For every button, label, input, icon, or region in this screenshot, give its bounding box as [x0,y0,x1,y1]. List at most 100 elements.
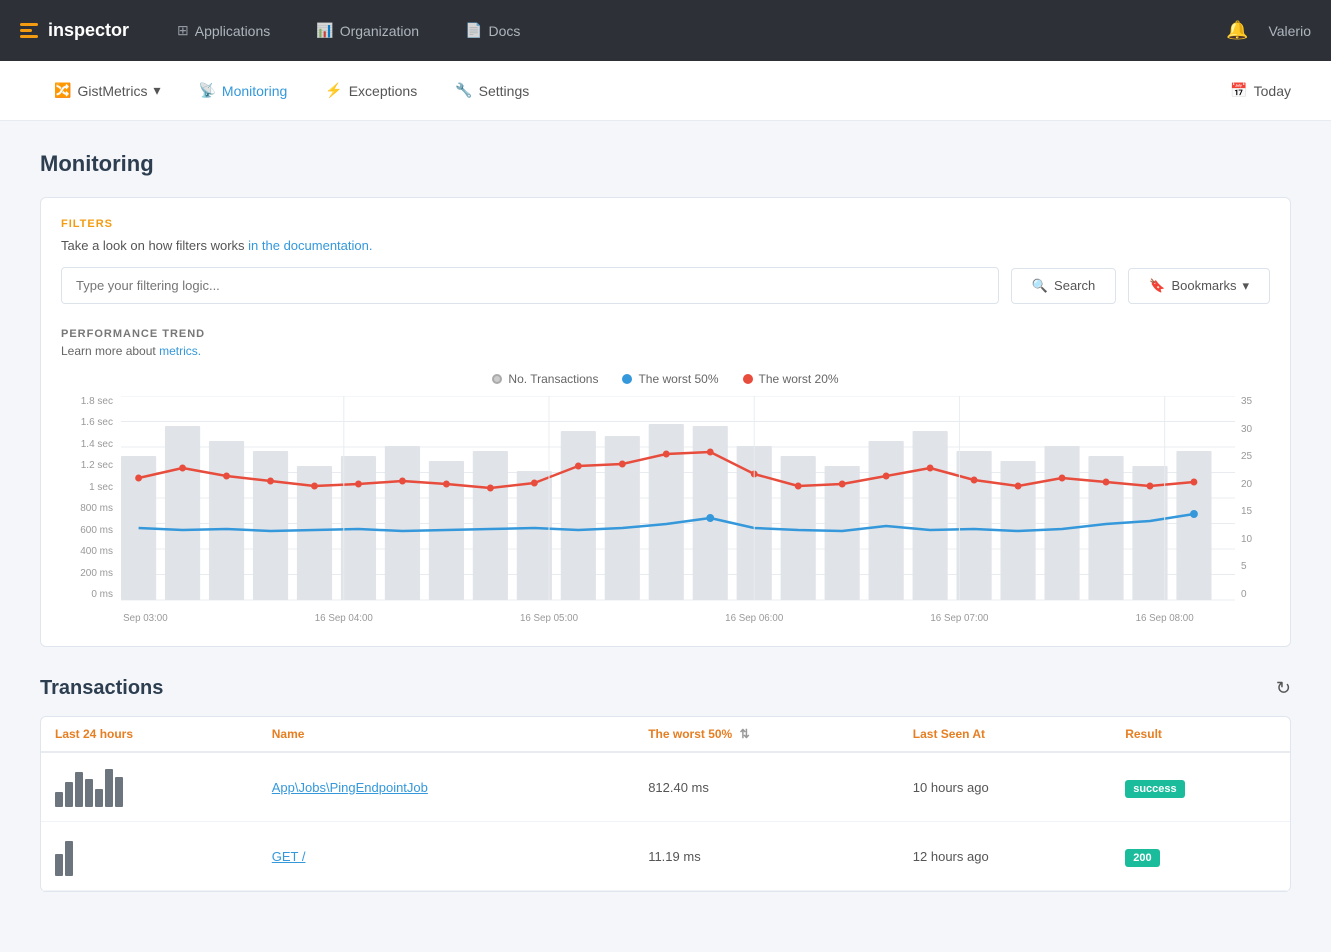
y-label-9: 0 ms [61,589,113,600]
svg-text:16 Sep 06:00: 16 Sep 06:00 [725,613,784,624]
y-label-1: 1.6 sec [61,417,113,428]
y-label-7: 400 ms [61,546,113,557]
exceptions-icon: ⚡ [325,82,342,99]
main-content: Monitoring FILTERS Take a look on how fi… [0,121,1331,952]
legend-label-transactions: No. Transactions [508,372,598,386]
tab-monitoring-label: Monitoring [222,83,287,99]
nav-right: 🔔 Valerio [1226,20,1311,41]
chevron-down-icon: ▾ [153,82,160,99]
bar [85,779,93,807]
cell-bars-2 [41,822,258,891]
calendar-icon: 📅 [1230,82,1247,99]
y-label-4: 1 sec [61,482,113,493]
cell-result-1: success [1111,752,1290,822]
bar [65,782,73,807]
bar [95,789,103,807]
svg-text:16 Sep 03:00: 16 Sep 03:00 [121,613,168,624]
bookmarks-button[interactable]: 🔖 Bookmarks ▾ [1128,268,1270,304]
svg-text:16 Sep 05:00: 16 Sep 05:00 [520,613,579,624]
y-right-3: 20 [1241,479,1270,490]
nav-applications[interactable]: ⊞ Applications [169,18,278,43]
bookmarks-label: Bookmarks [1171,278,1236,293]
tab-exceptions-label: Exceptions [349,83,417,99]
bar [65,841,73,876]
y-labels-right: 35 30 25 20 15 10 5 0 [1237,396,1270,600]
cell-lastseen-2: 12 hours ago [899,822,1111,891]
app-selector[interactable]: 🔀 GistMetrics ▾ [40,76,174,105]
filters-desc-text: Take a look on how filters works [61,238,245,253]
app-icon: 🔀 [54,82,71,99]
mini-bars-1 [55,767,244,807]
organization-icon: 📊 [316,22,333,39]
bar [115,777,123,807]
bell-icon[interactable]: 🔔 [1226,20,1248,41]
y-right-7: 0 [1241,589,1270,600]
table-header-row: Last 24 hours Name The worst 50% ⇅ Last … [41,717,1290,752]
metrics-link[interactable]: metrics. [159,344,201,358]
filter-row: 🔍 Search 🔖 Bookmarks ▾ [61,267,1270,304]
svg-text:16 Sep 04:00: 16 Sep 04:00 [315,613,374,624]
y-label-8: 200 ms [61,568,113,579]
nav-docs[interactable]: 📄 Docs [457,18,528,43]
bar [105,769,113,807]
trend-desc-text: Learn more about [61,344,156,358]
chart-wrapper: 1.8 sec 1.6 sec 1.4 sec 1.2 sec 1 sec 80… [61,396,1270,626]
sort-icon[interactable]: ⇅ [740,727,750,741]
mini-bars-2 [55,836,244,876]
y-labels-left: 1.8 sec 1.6 sec 1.4 sec 1.2 sec 1 sec 80… [61,396,119,600]
legend-dot-worst50 [622,374,632,384]
chart-svg: 16 Sep 03:00 16 Sep 04:00 16 Sep 05:00 1… [121,396,1235,626]
cell-lastseen-1: 10 hours ago [899,752,1111,822]
chevron-down-icon: ▾ [1242,278,1249,294]
nav-organization-label: Organization [340,23,419,39]
col-lastseen: Last Seen At [899,717,1111,752]
cell-result-2: 200 [1111,822,1290,891]
refresh-button[interactable]: ↻ [1276,678,1291,699]
performance-trend-section: PERFORMANCE TREND Learn more about metri… [61,328,1270,626]
filters-card: FILTERS Take a look on how filters works… [40,197,1291,647]
y-right-2: 25 [1241,451,1270,462]
applications-icon: ⊞ [177,22,189,39]
filters-doc-link[interactable]: in the documentation. [248,238,372,253]
legend-worst50: The worst 50% [622,372,718,386]
transactions-title: Transactions [40,677,163,700]
filters-label: FILTERS [61,218,1270,230]
filter-input[interactable] [61,267,999,304]
col-name: Name [258,717,634,752]
badge-200-2: 200 [1125,849,1159,867]
y-right-4: 15 [1241,506,1270,517]
legend-label-worst20: The worst 20% [759,372,839,386]
chart-legend: No. Transactions The worst 50% The worst… [61,372,1270,386]
svg-text:16 Sep 07:00: 16 Sep 07:00 [930,613,989,624]
cell-name-1: App\Jobs\PingEndpointJob [258,752,634,822]
date-picker[interactable]: 📅 Today [1230,82,1291,99]
logo[interactable]: inspector [20,20,129,41]
search-button[interactable]: 🔍 Search [1011,268,1116,304]
table-row: App\Jobs\PingEndpointJob 812.40 ms 10 ho… [41,752,1290,822]
user-name[interactable]: Valerio [1268,23,1311,39]
col-result: Result [1111,717,1290,752]
legend-label-worst50: The worst 50% [638,372,718,386]
filters-description: Take a look on how filters works in the … [61,238,1270,253]
y-label-6: 600 ms [61,525,113,536]
app-name: GistMetrics [77,83,147,99]
tx-link-1[interactable]: App\Jobs\PingEndpointJob [272,780,428,795]
transactions-table: Last 24 hours Name The worst 50% ⇅ Last … [41,717,1290,891]
nav-docs-label: Docs [489,23,521,39]
nav-organization[interactable]: 📊 Organization [308,18,427,43]
bookmark-icon: 🔖 [1149,278,1165,294]
logo-text: inspector [48,20,129,41]
tab-settings[interactable]: 🔧 Settings [441,76,543,105]
cell-name-2: GET / [258,822,634,891]
tx-link-2[interactable]: GET / [272,849,306,864]
bar [75,772,83,807]
svg-text:16 Sep 08:00: 16 Sep 08:00 [1136,613,1195,624]
top-nav: inspector ⊞ Applications 📊 Organization … [0,0,1331,61]
legend-dot-worst20 [743,374,753,384]
tab-monitoring[interactable]: 📡 Monitoring [184,76,301,105]
y-right-6: 5 [1241,561,1270,572]
tab-exceptions[interactable]: ⚡ Exceptions [311,76,431,105]
legend-worst20: The worst 20% [743,372,839,386]
nav-applications-label: Applications [195,23,271,39]
search-icon: 🔍 [1032,278,1048,294]
